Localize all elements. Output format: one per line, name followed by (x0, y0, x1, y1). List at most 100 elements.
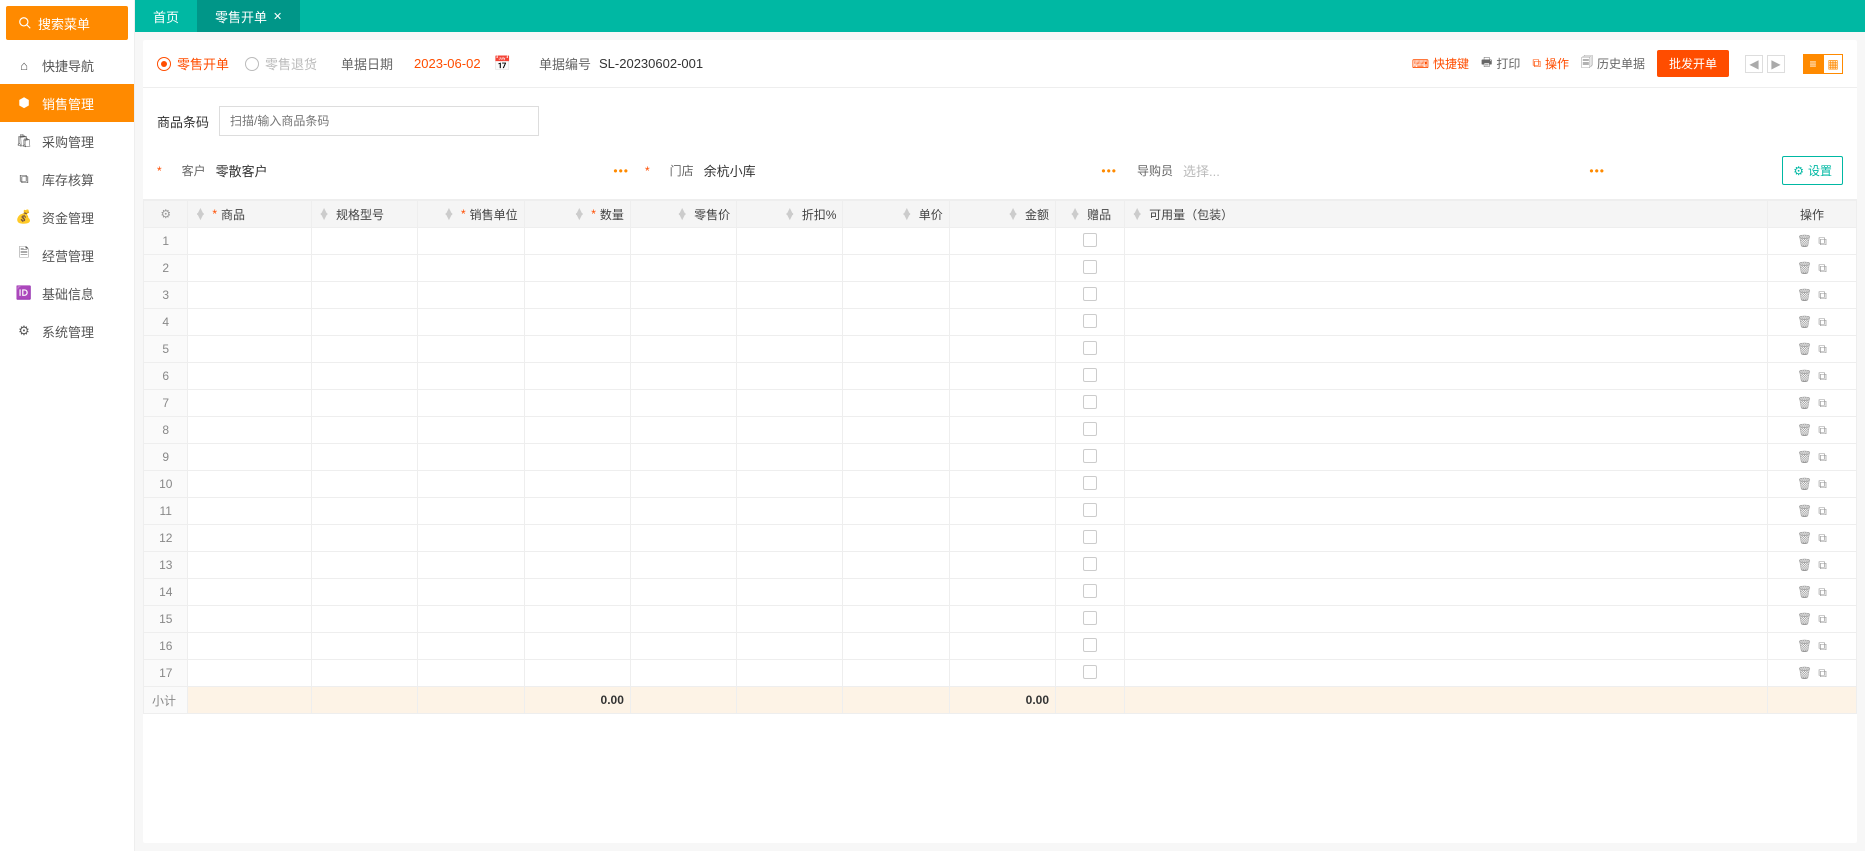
store-field[interactable]: * 门店 余杭小库 ••• (645, 157, 1125, 185)
cell-available[interactable] (1125, 363, 1768, 390)
cell-retail[interactable] (630, 390, 736, 417)
cell-amount[interactable] (949, 309, 1055, 336)
cell-amount[interactable] (949, 525, 1055, 552)
cell-product[interactable] (188, 228, 312, 255)
shortcut-link[interactable]: ⌨ 快捷键 (1412, 55, 1469, 72)
doc-date-field[interactable]: 单据日期 2023-06-02 📅 (341, 52, 515, 75)
cell-discount[interactable] (737, 309, 843, 336)
cell-gift[interactable] (1056, 363, 1125, 390)
guide-field[interactable]: 导购员 选择... ••• (1133, 157, 1613, 185)
copy-row-icon[interactable]: ⧉ (1818, 450, 1827, 465)
cell-uprice[interactable] (843, 363, 949, 390)
cell-discount[interactable] (737, 498, 843, 525)
copy-row-icon[interactable]: ⧉ (1818, 558, 1827, 573)
cell-amount[interactable] (949, 255, 1055, 282)
copy-row-icon[interactable]: ⧉ (1818, 423, 1827, 438)
search-menu-button[interactable]: 搜索菜单 (6, 6, 128, 40)
cell-product[interactable] (188, 660, 312, 687)
cell-discount[interactable] (737, 552, 843, 579)
cell-qty[interactable] (524, 228, 630, 255)
gift-checkbox[interactable] (1083, 422, 1097, 436)
cell-available[interactable] (1125, 471, 1768, 498)
cell-amount[interactable] (949, 444, 1055, 471)
cell-amount[interactable] (949, 579, 1055, 606)
cell-retail[interactable] (630, 444, 736, 471)
delete-row-icon[interactable]: 🗑 (1797, 666, 1812, 681)
cell-amount[interactable] (949, 282, 1055, 309)
delete-row-icon[interactable]: 🗑 (1797, 477, 1812, 492)
copy-row-icon[interactable]: ⧉ (1818, 342, 1827, 357)
cell-retail[interactable] (630, 336, 736, 363)
cell-unit[interactable] (418, 660, 524, 687)
cell-unit[interactable] (418, 633, 524, 660)
gift-checkbox[interactable] (1083, 503, 1097, 517)
th-unit-price[interactable]: ▲▼单价 (843, 201, 949, 228)
cell-product[interactable] (188, 552, 312, 579)
cell-discount[interactable] (737, 282, 843, 309)
cell-gift[interactable] (1056, 336, 1125, 363)
menu-item-2[interactable]: 🛍采购管理 (0, 122, 134, 160)
cell-retail[interactable] (630, 498, 736, 525)
cell-spec[interactable] (312, 336, 418, 363)
table-row[interactable]: 15🗑⧉ (144, 606, 1857, 633)
store-more-icon[interactable]: ••• (1093, 164, 1125, 178)
gift-checkbox[interactable] (1083, 233, 1097, 247)
cell-retail[interactable] (630, 660, 736, 687)
gift-checkbox[interactable] (1083, 287, 1097, 301)
cell-spec[interactable] (312, 228, 418, 255)
cell-gift[interactable] (1056, 552, 1125, 579)
delete-row-icon[interactable]: 🗑 (1797, 450, 1812, 465)
cell-gift[interactable] (1056, 579, 1125, 606)
delete-row-icon[interactable]: 🗑 (1797, 288, 1812, 303)
cell-qty[interactable] (524, 255, 630, 282)
cell-amount[interactable] (949, 606, 1055, 633)
th-amount[interactable]: ▲▼金额 (949, 201, 1055, 228)
cell-uprice[interactable] (843, 525, 949, 552)
th-available[interactable]: ▲▼可用量（包装） (1125, 201, 1768, 228)
cell-gift[interactable] (1056, 282, 1125, 309)
table-row[interactable]: 4🗑⧉ (144, 309, 1857, 336)
delete-row-icon[interactable]: 🗑 (1797, 261, 1812, 276)
tab-0[interactable]: 首页 (135, 0, 197, 32)
radio-0[interactable]: 零售开单 (157, 54, 229, 73)
cell-qty[interactable] (524, 282, 630, 309)
cell-spec[interactable] (312, 579, 418, 606)
cell-unit[interactable] (418, 309, 524, 336)
cell-qty[interactable] (524, 417, 630, 444)
delete-row-icon[interactable]: 🗑 (1797, 504, 1812, 519)
cell-qty[interactable] (524, 633, 630, 660)
cell-available[interactable] (1125, 606, 1768, 633)
table-row[interactable]: 1🗑⧉ (144, 228, 1857, 255)
gift-checkbox[interactable] (1083, 449, 1097, 463)
cell-uprice[interactable] (843, 336, 949, 363)
th-discount[interactable]: ▲▼折扣% (737, 201, 843, 228)
cell-gift[interactable] (1056, 417, 1125, 444)
cell-available[interactable] (1125, 633, 1768, 660)
cell-uprice[interactable] (843, 606, 949, 633)
customer-more-icon[interactable]: ••• (605, 164, 637, 178)
cell-retail[interactable] (630, 579, 736, 606)
close-icon[interactable]: ✕ (273, 10, 282, 23)
cell-product[interactable] (188, 390, 312, 417)
cell-discount[interactable] (737, 660, 843, 687)
gift-checkbox[interactable] (1083, 395, 1097, 409)
cell-uprice[interactable] (843, 498, 949, 525)
delete-row-icon[interactable]: 🗑 (1797, 585, 1812, 600)
cell-available[interactable] (1125, 525, 1768, 552)
cell-unit[interactable] (418, 525, 524, 552)
cell-retail[interactable] (630, 255, 736, 282)
menu-item-3[interactable]: ⧉库存核算 (0, 160, 134, 198)
table-row[interactable]: 17🗑⧉ (144, 660, 1857, 687)
cell-discount[interactable] (737, 336, 843, 363)
cell-available[interactable] (1125, 336, 1768, 363)
cell-amount[interactable] (949, 552, 1055, 579)
delete-row-icon[interactable]: 🗑 (1797, 423, 1812, 438)
cell-discount[interactable] (737, 579, 843, 606)
copy-row-icon[interactable]: ⧉ (1818, 504, 1827, 519)
menu-item-0[interactable]: ⌂快捷导航 (0, 46, 134, 84)
gear-icon[interactable]: ⚙ (160, 207, 171, 221)
cell-product[interactable] (188, 633, 312, 660)
cell-available[interactable] (1125, 660, 1768, 687)
delete-row-icon[interactable]: 🗑 (1797, 396, 1812, 411)
batch-order-button[interactable]: 批发开单 (1657, 50, 1729, 77)
